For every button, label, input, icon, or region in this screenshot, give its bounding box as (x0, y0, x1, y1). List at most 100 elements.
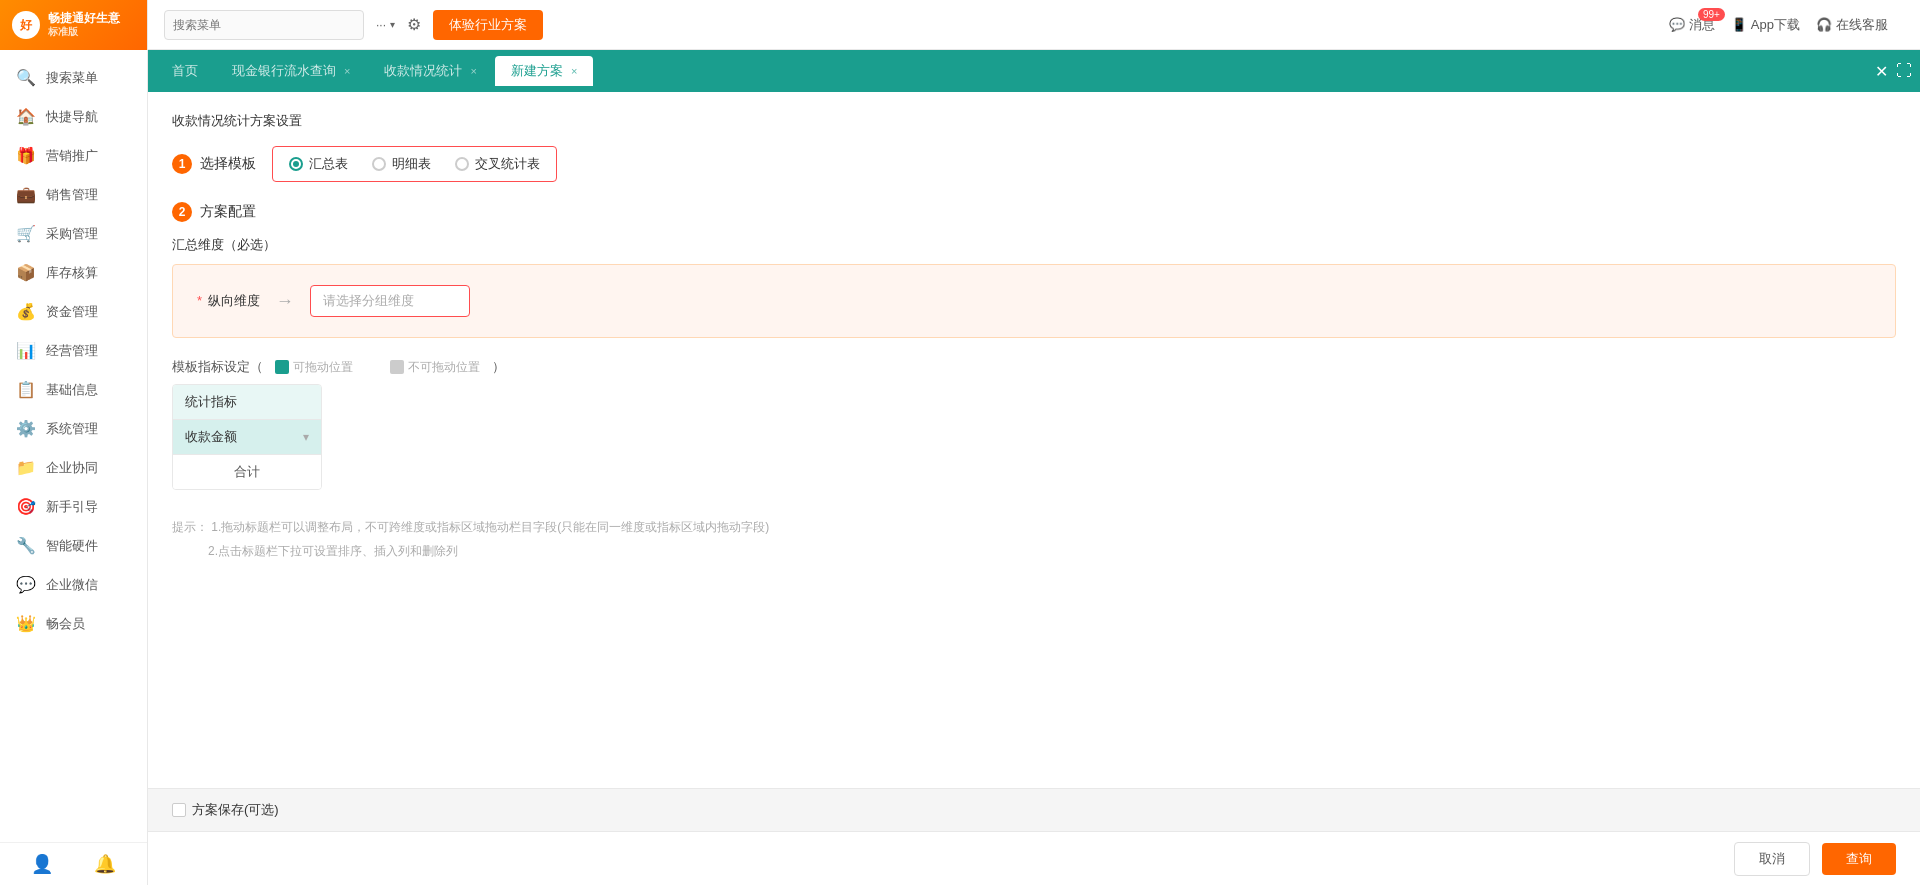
sidebar-bottom-left[interactable]: 👤 (31, 853, 53, 875)
sidebar-item-label: 经营管理 (46, 342, 98, 360)
metrics-header: 统计指标 (173, 385, 321, 420)
sidebar-bottom-right[interactable]: 🔔 (94, 853, 116, 875)
save-plan-checkbox[interactable]: 方案保存(可选) (172, 801, 279, 819)
bottom-bar: 取消 查询 (148, 831, 1920, 885)
sidebar-item-label: 系统管理 (46, 420, 98, 438)
briefcase-icon: 💼 (16, 185, 36, 204)
tab-receipt-close[interactable]: × (470, 65, 476, 77)
non-draggable-icon (390, 360, 404, 374)
service-icon: 🎧 (1816, 17, 1832, 32)
tab-home[interactable]: 首页 (156, 56, 214, 86)
sidebar-item-management[interactable]: 📊 经营管理 (0, 331, 147, 370)
dimension-area: * 纵向维度 → 请选择分组维度 (172, 264, 1896, 338)
hint-2-text: 2.点击标题栏下拉可设置排序、插入列和删除列 (208, 544, 458, 558)
gear-icon[interactable]: ⚙ (407, 15, 421, 34)
sidebar-item-label: 采购管理 (46, 225, 98, 243)
tab-cashflow[interactable]: 现金银行流水查询 × (216, 56, 366, 86)
sidebar-item-guide[interactable]: 🎯 新手引导 (0, 487, 147, 526)
sidebar-item-system[interactable]: ⚙️ 系统管理 (0, 409, 147, 448)
sidebar-item-label: 智能硬件 (46, 537, 98, 555)
dimension-row: * 纵向维度 → 请选择分组维度 (197, 285, 1871, 317)
dropdown-label: ··· (376, 18, 386, 32)
tab-home-label: 首页 (172, 62, 198, 80)
money-icon: 💰 (16, 302, 36, 321)
plan-footer: 方案保存(可选) (148, 788, 1920, 831)
search-input[interactable] (164, 10, 364, 40)
main-area: ··· ▾ ⚙ 体验行业方案 💬 消息 99+ 📱 App下载 🎧 在线客服 (148, 0, 1920, 885)
radio-detail[interactable]: 明细表 (372, 155, 431, 173)
close-window-icon[interactable]: ✕ (1875, 62, 1888, 81)
message-icon: 💬 (1669, 17, 1685, 32)
tab-cashflow-close[interactable]: × (344, 65, 350, 77)
metrics-section: 模板指标设定（ 可拖动位置 不可拖动位置 ） (172, 358, 1896, 493)
service-button[interactable]: 🎧 在线客服 (1816, 16, 1888, 34)
hint-1-text: 1.拖动标题栏可以调整布局，不可跨维度或指标区域拖动栏目字段(只能在同一维度或指… (211, 520, 769, 534)
sidebar-logo: 好 畅捷通好生意 标准版 (0, 0, 147, 50)
app-name: 畅捷通好生意 (48, 11, 120, 25)
notification-button[interactable]: 💬 消息 99+ (1669, 16, 1715, 34)
sidebar-item-label: 快捷导航 (46, 108, 98, 126)
metrics-column-label: 收款金额 (185, 428, 237, 446)
arrow-right-icon: → (276, 291, 294, 312)
radio-summary-label: 汇总表 (309, 155, 348, 173)
step2-header: 2 方案配置 (172, 202, 1896, 222)
sidebar-item-wechat[interactable]: 💬 企业微信 (0, 565, 147, 604)
download-icon: 📱 (1731, 17, 1747, 32)
download-label: App下载 (1751, 16, 1800, 34)
page-content: 收款情况统计方案设置 1 选择模板 汇总表 (148, 92, 1920, 788)
sidebar-item-marketing[interactable]: 🎁 营销推广 (0, 136, 147, 175)
sidebar-item-member[interactable]: 👑 畅会员 (0, 604, 147, 643)
radio-cross[interactable]: 交叉统计表 (455, 155, 540, 173)
app-logo-icon: 好 (12, 11, 40, 39)
trial-button[interactable]: 体验行业方案 (433, 10, 543, 40)
sidebar-item-inventory[interactable]: 📦 库存核算 (0, 253, 147, 292)
tab-new-plan-label: 新建方案 (511, 62, 563, 80)
sidebar-item-label: 新手引导 (46, 498, 98, 516)
non-draggable-indicator: 不可拖动位置 (390, 359, 480, 376)
cancel-button[interactable]: 取消 (1734, 842, 1810, 876)
hint-prefix: 提示： (172, 520, 208, 534)
target-icon: 🎯 (16, 497, 36, 516)
page-inner: 收款情况统计方案设置 1 选择模板 汇总表 (148, 92, 1920, 788)
step1-header: 1 选择模板 汇总表 明细表 (172, 146, 1896, 182)
app-edition: 标准版 (48, 25, 120, 39)
metrics-dropdown-icon[interactable]: ▾ (303, 430, 309, 444)
tab-new-plan[interactable]: 新建方案 × (495, 56, 593, 86)
home-icon: 🏠 (16, 107, 36, 126)
sidebar-item-label: 企业协同 (46, 459, 98, 477)
tab-new-plan-close[interactable]: × (571, 65, 577, 77)
summary-dim-label: 汇总维度（必选） (172, 236, 1896, 254)
sidebar-item-finance[interactable]: 💰 资金管理 (0, 292, 147, 331)
sidebar-item-quicknav[interactable]: 🏠 快捷导航 (0, 97, 147, 136)
download-button[interactable]: 📱 App下载 (1731, 16, 1800, 34)
tab-receipt[interactable]: 收款情况统计 × (368, 56, 492, 86)
sidebar-item-purchase[interactable]: 🛒 采购管理 (0, 214, 147, 253)
maximize-icon[interactable]: ⛶ (1896, 62, 1912, 81)
radio-detail-circle (372, 157, 386, 171)
metrics-column-header[interactable]: 收款金额 ▾ (173, 420, 321, 455)
clipboard-icon: 📋 (16, 380, 36, 399)
topbar-dropdown[interactable]: ··· ▾ (376, 18, 395, 32)
step2-number: 2 (172, 202, 192, 222)
step1-number: 1 (172, 154, 192, 174)
page-title: 收款情况统计方案设置 (172, 112, 1896, 130)
search-icon: 🔍 (16, 68, 36, 87)
sidebar-item-collab[interactable]: 📁 企业协同 (0, 448, 147, 487)
sidebar-item-sales[interactable]: 💼 销售管理 (0, 175, 147, 214)
dimension-subsection: 汇总维度（必选） * 纵向维度 → 请选择分组维度 (172, 236, 1896, 338)
radio-summary[interactable]: 汇总表 (289, 155, 348, 173)
sidebar-item-basic-info[interactable]: 📋 基础信息 (0, 370, 147, 409)
metrics-config-label: 模板指标设定（ 可拖动位置 不可拖动位置 ） (172, 358, 1896, 376)
topbar: ··· ▾ ⚙ 体验行业方案 💬 消息 99+ 📱 App下载 🎧 在线客服 (148, 0, 1920, 50)
radio-detail-label: 明细表 (392, 155, 431, 173)
hint-2: 2.点击标题栏下拉可设置排序、插入列和删除列 (172, 541, 1896, 563)
query-button[interactable]: 查询 (1822, 843, 1896, 875)
box-icon: 📦 (16, 263, 36, 282)
save-plan-label: 方案保存(可选) (192, 801, 279, 819)
sidebar-item-hardware[interactable]: 🔧 智能硬件 (0, 526, 147, 565)
chat-icon: 💬 (16, 575, 36, 594)
radio-summary-circle (289, 157, 303, 171)
sidebar-item-search[interactable]: 🔍 搜索菜单 (0, 58, 147, 97)
dimension-selector[interactable]: 请选择分组维度 (310, 285, 470, 317)
topbar-right: 💬 消息 99+ 📱 App下载 🎧 在线客服 (1669, 16, 1904, 34)
